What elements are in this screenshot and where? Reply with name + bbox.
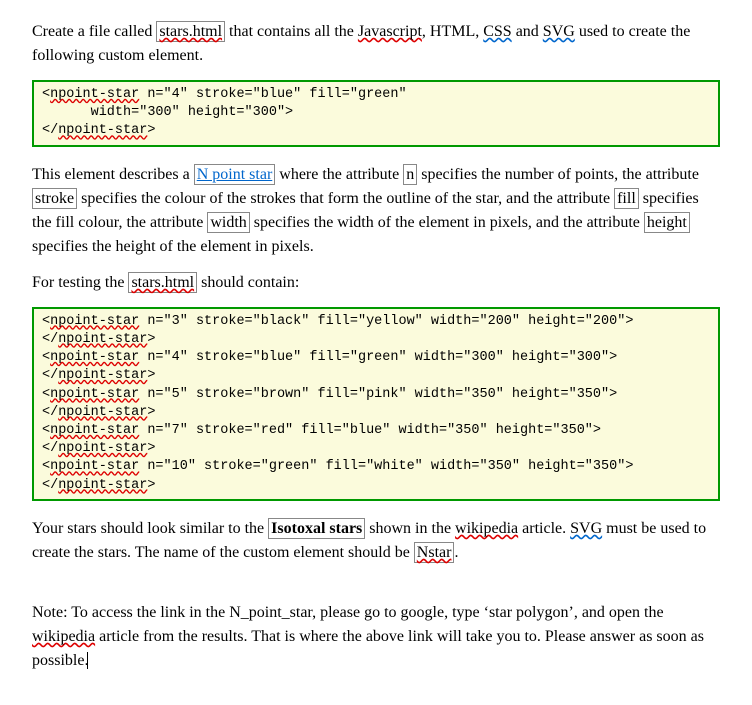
filename-box: stars.html [156, 21, 225, 42]
code-text: n="7" stroke="red" fill="blue" width="35… [139, 423, 601, 438]
text: Note: To access the link in the N_point_… [32, 604, 664, 621]
code-tag: npoint-star [50, 387, 139, 402]
word-wikipedia: wikipedia [32, 628, 95, 645]
attr-n-box: n [403, 164, 417, 185]
code-text: n="4" stroke="blue" fill="green" width="… [139, 350, 617, 365]
text: . [454, 544, 458, 561]
word-javascript: Javascript [358, 23, 422, 40]
code-text: </ [42, 478, 58, 493]
word-wikipedia: wikipedia [455, 520, 518, 537]
attr-width-box: width [207, 212, 249, 233]
code-text: < [42, 87, 50, 102]
text: specifies the colour of the strokes that… [77, 190, 614, 207]
text: Your stars should look similar to the [32, 520, 268, 537]
isotoxal-box: Isotoxal stars [268, 518, 365, 539]
attr-fill-box: fill [614, 188, 639, 209]
code-text: > [147, 332, 155, 347]
nstar-box: Nstar [414, 542, 455, 563]
text: specifies the width of the element in pi… [250, 214, 644, 231]
code-text: n="4" stroke="blue" fill="green" [139, 87, 406, 102]
code-tag: npoint-star [50, 350, 139, 365]
text: where the attribute [275, 166, 403, 183]
text: article from the results. That is where … [32, 628, 704, 669]
filename-box: stars.html [128, 272, 197, 293]
text: specifies the height of the element in p… [32, 238, 314, 255]
paragraph-intro: Create a file called stars.html that con… [32, 20, 720, 68]
text: This element describes a [32, 166, 194, 183]
paragraph-testing: For testing the stars.html should contai… [32, 271, 720, 295]
code-text: > [147, 123, 155, 138]
code-text: > [147, 441, 155, 456]
paragraph-note: Note: To access the link in the N_point_… [32, 601, 720, 673]
text: article. [518, 520, 570, 537]
bold-isotoxal: Isotoxal stars [271, 520, 362, 537]
paragraph-description: This element describes a N point star wh… [32, 163, 720, 259]
code-tag: npoint-star [58, 478, 147, 493]
code-block-testing: <npoint-star n="3" stroke="black" fill="… [32, 307, 720, 501]
code-tag: npoint-star [50, 314, 139, 329]
filename: stars.html [159, 23, 222, 40]
link-n-point-star[interactable]: N point star [197, 166, 273, 183]
filename: stars.html [131, 274, 194, 291]
code-tag: npoint-star [58, 441, 147, 456]
paragraph-isotoxal: Your stars should look similar to the Is… [32, 517, 720, 565]
text: specifies the number of points, the attr… [417, 166, 699, 183]
code-text: </ [42, 123, 58, 138]
code-text: n="5" stroke="brown" fill="pink" width="… [139, 387, 617, 402]
code-text: < [42, 350, 50, 365]
code-text: </ [42, 441, 58, 456]
code-text: > [147, 405, 155, 420]
text: that contains all the [225, 23, 358, 40]
word-css: CSS [483, 23, 511, 40]
code-text: </ [42, 405, 58, 420]
attr-height-box: height [644, 212, 690, 233]
code-tag: npoint-star [50, 459, 139, 474]
code-tag: npoint-star [58, 123, 147, 138]
code-text: </ [42, 332, 58, 347]
word-svg: SVG [570, 520, 602, 537]
word-svg: SVG [543, 23, 575, 40]
code-text: > [147, 368, 155, 383]
text: and [512, 23, 543, 40]
text: should contain: [197, 274, 299, 291]
code-text: </ [42, 368, 58, 383]
link-box: N point star [194, 164, 276, 185]
text: shown in the [365, 520, 455, 537]
code-tag: npoint-star [50, 87, 139, 102]
code-block-example: <npoint-star n="4" stroke="blue" fill="g… [32, 80, 720, 147]
text: , HTML, [422, 23, 483, 40]
text: Create a file called [32, 23, 156, 40]
code-tag: npoint-star [58, 368, 147, 383]
code-tag: npoint-star [50, 423, 139, 438]
code-text: n="3" stroke="black" fill="yellow" width… [139, 314, 633, 329]
code-text: > [147, 478, 155, 493]
code-text: < [42, 314, 50, 329]
code-tag: npoint-star [58, 405, 147, 420]
code-tag: npoint-star [58, 332, 147, 347]
code-text: width="300" height="300"> [42, 105, 293, 120]
code-text: n="10" stroke="green" fill="white" width… [139, 459, 633, 474]
attr-stroke-box: stroke [32, 188, 77, 209]
text: For testing the [32, 274, 128, 291]
code-text: < [42, 423, 50, 438]
code-text: < [42, 387, 50, 402]
word-nstar: Nstar [417, 544, 452, 561]
code-text: < [42, 459, 50, 474]
